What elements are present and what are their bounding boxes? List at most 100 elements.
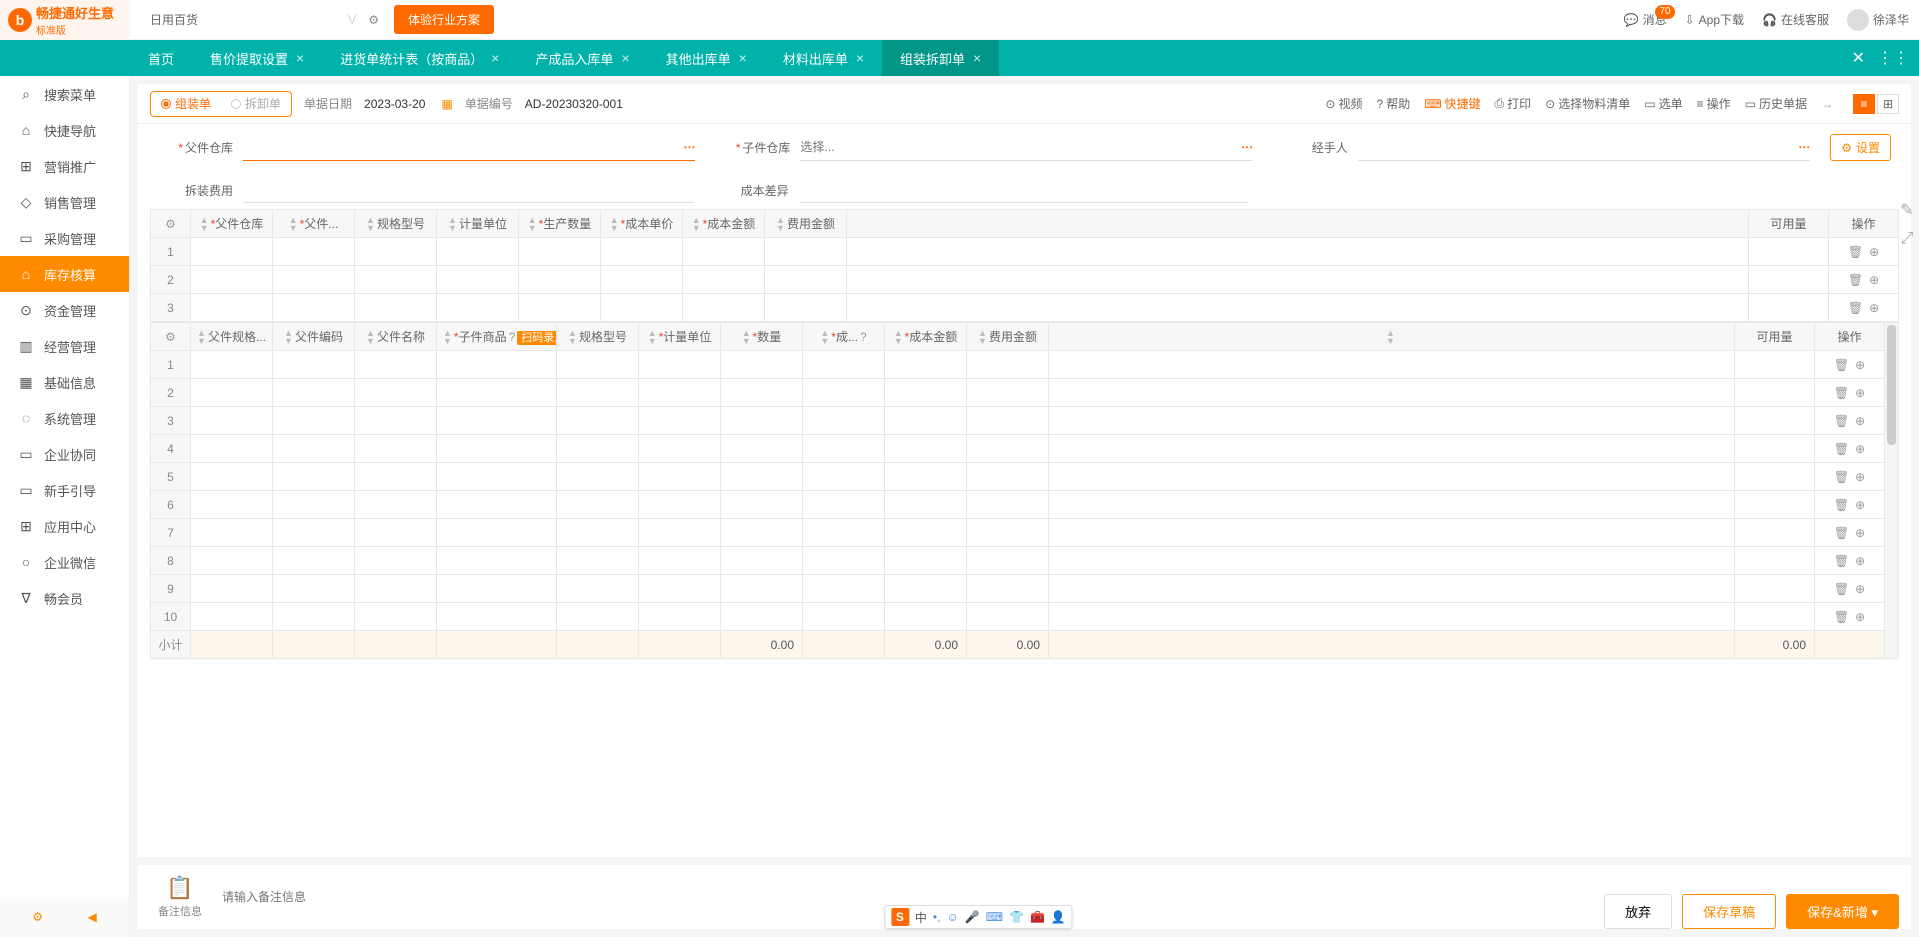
cell[interactable] xyxy=(967,519,1049,547)
cell[interactable] xyxy=(601,238,683,266)
col-header[interactable]: ▲▼*父件仓库 xyxy=(191,210,273,238)
cell[interactable] xyxy=(191,547,273,575)
cell[interactable] xyxy=(967,435,1049,463)
delete-icon[interactable]: 🗑 xyxy=(1848,301,1863,315)
cell[interactable] xyxy=(273,491,355,519)
copy-icon[interactable]: ⊕ xyxy=(1855,554,1865,568)
sidebar-settings-icon[interactable]: ⚙ xyxy=(32,910,43,924)
parent-warehouse-input[interactable]: ⋯ xyxy=(243,135,695,161)
online-support-link[interactable]: 🎧 在线客服 xyxy=(1762,11,1829,28)
tab-close-icon[interactable]: × xyxy=(491,50,499,66)
shortcut-action[interactable]: ⌨快捷键 xyxy=(1424,95,1480,112)
sidebar-item[interactable]: ▦基础信息 xyxy=(0,364,129,400)
delete-icon[interactable]: 🗑 xyxy=(1834,470,1849,484)
cell[interactable] xyxy=(683,238,765,266)
cell[interactable] xyxy=(355,603,437,631)
copy-icon[interactable]: ⊕ xyxy=(1869,273,1879,287)
cell[interactable] xyxy=(557,519,639,547)
cell[interactable] xyxy=(437,491,557,519)
cell[interactable] xyxy=(721,407,803,435)
cell[interactable] xyxy=(191,575,273,603)
ime-skin-icon[interactable]: 👕 xyxy=(1009,910,1024,924)
cell[interactable] xyxy=(191,603,273,631)
cell[interactable] xyxy=(721,351,803,379)
user-menu[interactable]: 徐泽华 xyxy=(1847,9,1909,31)
copy-icon[interactable]: ⊕ xyxy=(1855,582,1865,596)
cell[interactable] xyxy=(557,575,639,603)
experience-button[interactable]: 体验行业方案 xyxy=(394,5,494,34)
cell[interactable] xyxy=(191,238,273,266)
gear-icon[interactable]: ⚙ xyxy=(368,13,379,27)
radio-assemble[interactable]: 组装单 xyxy=(151,95,221,112)
cell[interactable] xyxy=(191,351,273,379)
cell[interactable] xyxy=(355,266,437,294)
messages-link[interactable]: 💬 消息 70 xyxy=(1624,11,1667,28)
cell[interactable] xyxy=(639,519,721,547)
ime-mic-icon[interactable]: 🎤 xyxy=(965,910,980,924)
cell[interactable] xyxy=(273,266,355,294)
cell[interactable] xyxy=(519,294,601,322)
cell[interactable] xyxy=(721,435,803,463)
cell[interactable] xyxy=(601,294,683,322)
copy-icon[interactable]: ⊕ xyxy=(1869,301,1879,315)
view-list-button[interactable]: ≡ xyxy=(1853,94,1875,114)
cell[interactable] xyxy=(437,379,557,407)
cell[interactable] xyxy=(721,379,803,407)
copy-icon[interactable]: ⊕ xyxy=(1855,442,1865,456)
cell[interactable] xyxy=(803,491,885,519)
cell[interactable] xyxy=(355,575,437,603)
cell[interactable] xyxy=(273,435,355,463)
col-header[interactable]: ▲▼*成...? xyxy=(803,323,885,351)
calendar-icon[interactable]: ▦ xyxy=(441,97,452,111)
cell[interactable] xyxy=(273,547,355,575)
cell[interactable] xyxy=(191,435,273,463)
tab[interactable]: 售价提取设置× xyxy=(192,40,322,76)
cell[interactable] xyxy=(721,603,803,631)
cell[interactable] xyxy=(721,463,803,491)
cell[interactable] xyxy=(355,294,437,322)
copy-icon[interactable]: ⊕ xyxy=(1869,245,1879,259)
cell[interactable] xyxy=(437,238,519,266)
tab-close-icon[interactable]: × xyxy=(973,50,981,66)
cell[interactable] xyxy=(639,547,721,575)
col-header[interactable]: ▲▼*数量 xyxy=(721,323,803,351)
col-header[interactable]: ▲▼父件名称 xyxy=(355,323,437,351)
ime-punct-icon[interactable]: •, xyxy=(933,910,941,924)
cell[interactable] xyxy=(885,435,967,463)
cell[interactable] xyxy=(557,547,639,575)
save-new-button[interactable]: 保存&新增 ▾ xyxy=(1786,894,1899,929)
cell[interactable] xyxy=(355,547,437,575)
disassembly-cost-input[interactable] xyxy=(243,177,694,203)
cost-variance-input[interactable] xyxy=(799,177,1250,203)
delete-icon[interactable]: 🗑 xyxy=(1834,582,1849,596)
cell[interactable] xyxy=(885,407,967,435)
sidebar-item[interactable]: ○企业微信 xyxy=(0,544,129,580)
delete-icon[interactable]: 🗑 xyxy=(1848,245,1863,259)
tab[interactable]: 首页 xyxy=(130,40,192,76)
delete-icon[interactable]: 🗑 xyxy=(1848,273,1863,287)
col-header[interactable]: ▲▼*子件商品?扫码录入 xyxy=(437,323,557,351)
cell[interactable] xyxy=(273,575,355,603)
ime-toolbar[interactable]: S 中 •, ☺ 🎤 ⌨ 👕 🧰 👤 xyxy=(884,905,1073,929)
sidebar-collapse-icon[interactable]: ◀ xyxy=(88,910,97,924)
view-card-button[interactable]: ⊞ xyxy=(1877,94,1899,114)
arrow-right-icon[interactable]: → xyxy=(1821,97,1833,111)
cell[interactable] xyxy=(967,575,1049,603)
cell[interactable] xyxy=(355,407,437,435)
cell[interactable] xyxy=(355,379,437,407)
cell[interactable] xyxy=(519,238,601,266)
sidebar-item[interactable]: ⊞应用中心 xyxy=(0,508,129,544)
cell[interactable] xyxy=(437,603,557,631)
cell[interactable] xyxy=(557,407,639,435)
cell[interactable] xyxy=(803,435,885,463)
cell[interactable] xyxy=(191,379,273,407)
cell[interactable] xyxy=(191,463,273,491)
cell[interactable] xyxy=(273,238,355,266)
sidebar-item[interactable]: ▭采购管理 xyxy=(0,220,129,256)
col-header[interactable]: ▲▼*生产数量 xyxy=(519,210,601,238)
sidebar-item[interactable]: ▭企业协同 xyxy=(0,436,129,472)
cell[interactable] xyxy=(437,407,557,435)
history-action[interactable]: ▭历史单据 xyxy=(1745,95,1807,112)
ime-keyboard-icon[interactable]: ⌨ xyxy=(986,910,1003,924)
tabs-close-all-icon[interactable]: ✕ xyxy=(1852,48,1865,68)
